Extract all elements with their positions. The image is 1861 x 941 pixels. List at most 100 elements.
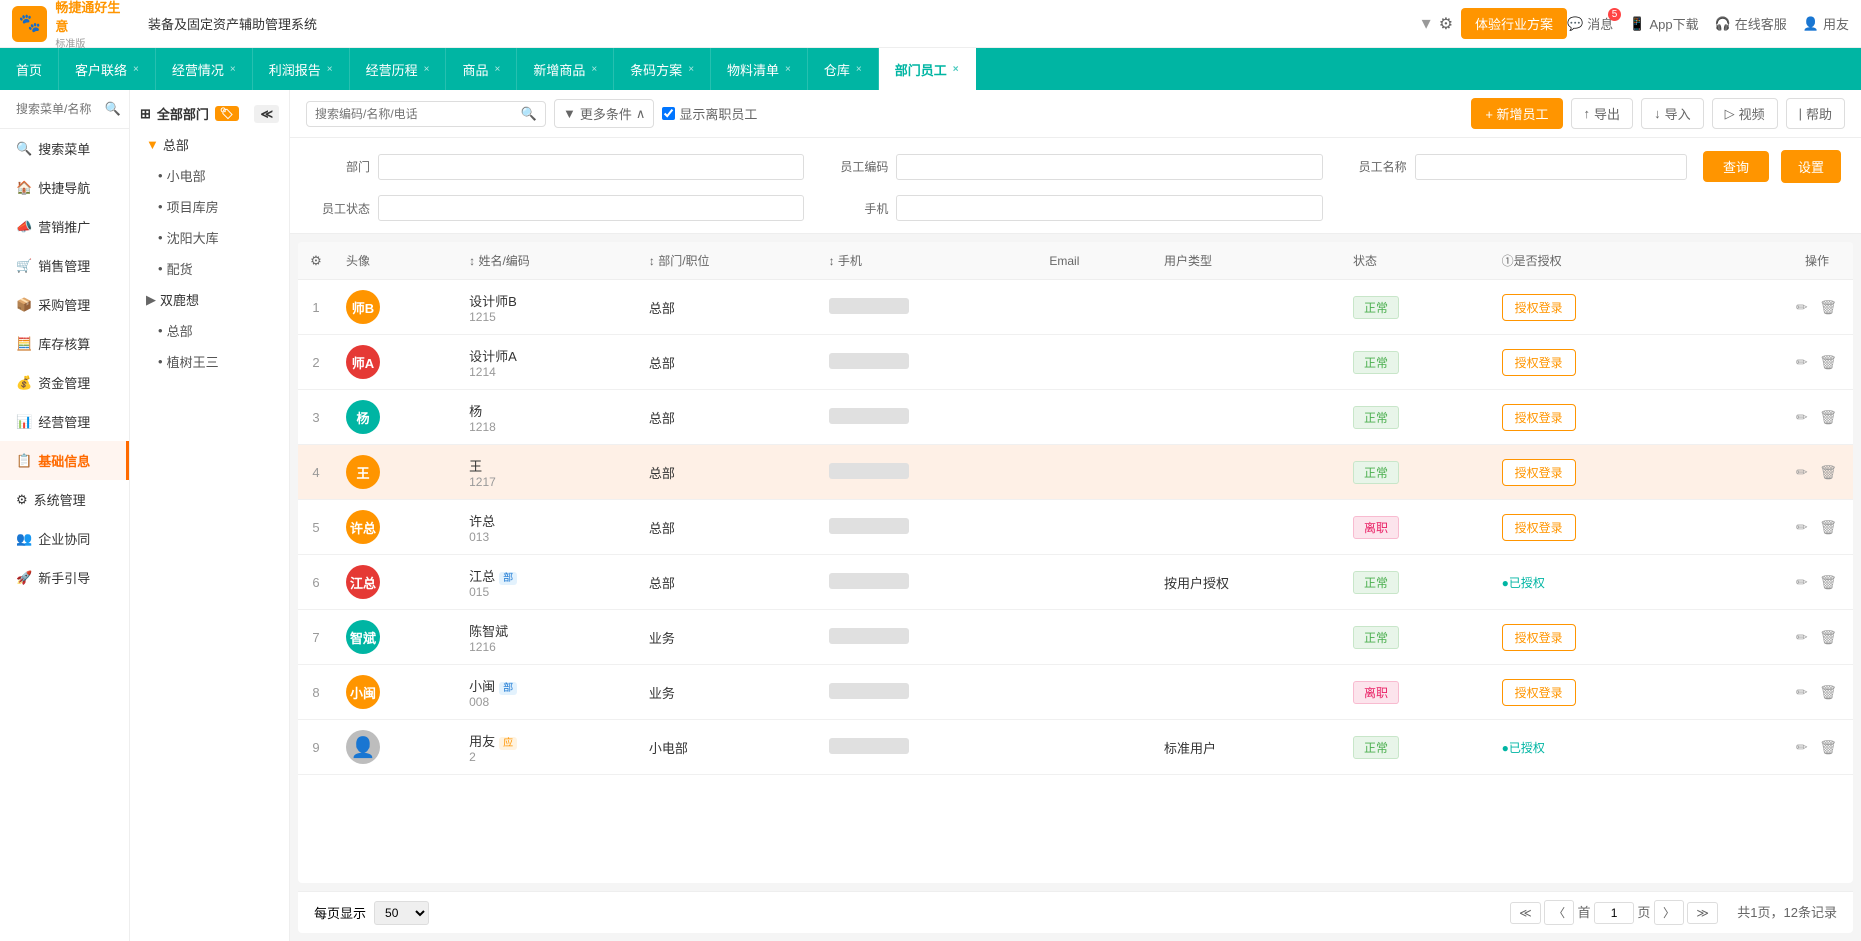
delete-btn[interactable]: 🗑 <box>1815 517 1841 538</box>
page-size-select[interactable]: 50 20 100 <box>374 901 429 925</box>
tab-history[interactable]: 经营历程× <box>350 48 447 90</box>
delete-btn[interactable]: 🗑 <box>1815 297 1841 318</box>
query-btn[interactable]: 查询 <box>1703 151 1769 182</box>
page-number-input[interactable] <box>1594 902 1634 924</box>
close-icon[interactable]: × <box>785 64 791 75</box>
tab-profit[interactable]: 利润报告× <box>253 48 350 90</box>
online-service-btn[interactable]: 🎧 在线客服 <box>1715 14 1787 33</box>
sidebar-search-input[interactable] <box>8 98 105 120</box>
import-btn[interactable]: ↓ 导入 <box>1641 98 1704 129</box>
auth-login-btn[interactable]: 授权登录 <box>1502 404 1576 431</box>
edit-btn[interactable]: ✏ <box>1792 517 1812 538</box>
trial-btn[interactable]: 体验行业方案 <box>1461 8 1567 39</box>
dept-item-zhishu[interactable]: • 植树王三 <box>130 346 289 377</box>
sidebar-item-purchase[interactable]: 📦采购管理 <box>0 285 129 324</box>
sidebar-item-inventory[interactable]: 🧮库存核算 <box>0 324 129 363</box>
filter-phone-input[interactable] <box>896 195 1322 221</box>
filter-dept-select[interactable] <box>378 154 804 180</box>
show-resigned-checkbox[interactable]: 显示离职员工 <box>662 104 757 123</box>
help-btn[interactable]: | 帮助 <box>1786 98 1845 129</box>
video-btn[interactable]: ▷ 视频 <box>1712 98 1778 129</box>
sidebar-item-sales[interactable]: 🛒销售管理 <box>0 246 129 285</box>
auth-login-btn[interactable]: 授权登录 <box>1502 349 1576 376</box>
close-icon[interactable]: × <box>327 64 333 75</box>
sidebar-item-management[interactable]: 📊经营管理 <box>0 402 129 441</box>
edit-btn[interactable]: ✏ <box>1792 352 1812 373</box>
dept-item-zongbu-root[interactable]: ▼ 总部 <box>130 129 289 160</box>
delete-btn[interactable]: 🗑 <box>1815 682 1841 703</box>
sidebar-item-quicknav[interactable]: 🏠快捷导航 <box>0 168 129 207</box>
sidebar-item-guide[interactable]: 🚀新手引导 <box>0 558 129 597</box>
dept-item-xiaodian[interactable]: • 小电部 <box>130 160 289 191</box>
sidebar-item-collab[interactable]: 👥企业协同 <box>0 519 129 558</box>
sidebar-item-marketing[interactable]: 📣营销推广 <box>0 207 129 246</box>
close-icon[interactable]: × <box>424 64 430 75</box>
col-name-code[interactable]: ↕ 姓名/编码 <box>457 242 637 280</box>
app-download-btn[interactable]: 📱 App下载 <box>1629 14 1698 33</box>
close-icon[interactable]: × <box>133 64 139 75</box>
sidebar-item-basic-info[interactable]: 📋基础信息 <box>0 441 129 480</box>
delete-btn[interactable]: 🗑 <box>1815 407 1841 428</box>
system-title-dropdown[interactable]: ▾ <box>1422 13 1431 34</box>
edit-btn[interactable]: ✏ <box>1792 407 1812 428</box>
tab-home[interactable]: 首页 <box>0 48 59 90</box>
dept-collapse-btn[interactable]: ≪ <box>254 105 279 123</box>
dept-item-zongbu-sub[interactable]: • 总部 <box>130 315 289 346</box>
all-dept-header[interactable]: ⊞ 全部部门 🏷 ≪ <box>130 98 289 129</box>
dept-tag-icon[interactable]: 🏷 <box>215 106 239 121</box>
edit-btn[interactable]: ✏ <box>1792 572 1812 593</box>
tab-new-goods[interactable]: 新增商品× <box>517 48 614 90</box>
message-btn[interactable]: 💬 消息 5 <box>1567 14 1613 33</box>
prev-page-btn[interactable]: 〈 <box>1544 900 1574 925</box>
filter-status-select[interactable] <box>378 195 804 221</box>
dept-item-project-warehouse[interactable]: • 项目库房 <box>130 191 289 222</box>
col-phone[interactable]: ↕ 手机 <box>817 242 1038 280</box>
close-icon[interactable]: × <box>494 64 500 75</box>
sidebar-item-finance[interactable]: 💰资金管理 <box>0 363 129 402</box>
tab-barcode[interactable]: 条码方案× <box>614 48 711 90</box>
more-filter-btn[interactable]: ▼ 更多条件 ∧ <box>554 99 654 128</box>
first-page-btn[interactable]: ≪ <box>1510 902 1541 924</box>
sidebar-item-system[interactable]: ⚙系统管理 <box>0 480 129 519</box>
edit-btn[interactable]: ✏ <box>1792 462 1812 483</box>
edit-btn[interactable]: ✏ <box>1792 297 1812 318</box>
search-input[interactable] <box>315 107 517 121</box>
tab-customer[interactable]: 客户联络× <box>59 48 156 90</box>
reset-btn[interactable]: 设置 <box>1781 150 1841 183</box>
tab-operation[interactable]: 经营情况× <box>156 48 253 90</box>
auth-login-btn[interactable]: 授权登录 <box>1502 459 1576 486</box>
auth-login-btn[interactable]: 授权登录 <box>1502 514 1576 541</box>
tab-bom[interactable]: 物料清单× <box>711 48 808 90</box>
tab-goods[interactable]: 商品× <box>446 48 517 90</box>
col-settings[interactable]: ⚙ <box>298 242 334 280</box>
close-icon[interactable]: × <box>230 64 236 75</box>
delete-btn[interactable]: 🗑 <box>1815 352 1841 373</box>
edit-btn[interactable]: ✏ <box>1792 682 1812 703</box>
add-employee-btn[interactable]: + 新增员工 <box>1471 98 1562 129</box>
delete-btn[interactable]: 🗑 <box>1815 462 1841 483</box>
user-btn[interactable]: 👤 用友 <box>1803 14 1849 33</box>
export-btn[interactable]: ↑ 导出 <box>1571 98 1634 129</box>
close-icon[interactable]: × <box>688 64 694 75</box>
auth-login-btn[interactable]: 授权登录 <box>1502 624 1576 651</box>
dept-item-distribution[interactable]: • 配货 <box>130 253 289 284</box>
delete-btn[interactable]: 🗑 <box>1815 627 1841 648</box>
sidebar-item-search[interactable]: 🔍搜索菜单 <box>0 129 129 168</box>
delete-btn[interactable]: 🗑 <box>1815 572 1841 593</box>
close-icon[interactable]: × <box>591 64 597 75</box>
dept-item-shuanglu[interactable]: ▶ 双鹿想 <box>130 284 289 315</box>
delete-btn[interactable]: 🗑 <box>1815 737 1841 758</box>
auth-login-btn[interactable]: 授权登录 <box>1502 294 1576 321</box>
last-page-btn[interactable]: ≫ <box>1687 902 1718 924</box>
col-dept-pos[interactable]: ↕ 部门/职位 <box>637 242 817 280</box>
edit-btn[interactable]: ✏ <box>1792 737 1812 758</box>
close-icon[interactable]: × <box>856 64 862 75</box>
close-icon[interactable]: × <box>953 64 959 75</box>
settings-gear-icon[interactable]: ⚙ <box>1439 14 1453 34</box>
next-page-btn[interactable]: 〉 <box>1654 900 1684 925</box>
filter-empname-input[interactable] <box>1415 154 1687 180</box>
filter-empcode-input[interactable] <box>896 154 1322 180</box>
tab-employees[interactable]: 部门员工× <box>879 48 976 90</box>
auth-login-btn[interactable]: 授权登录 <box>1502 679 1576 706</box>
dept-item-shenyang[interactable]: • 沈阳大库 <box>130 222 289 253</box>
